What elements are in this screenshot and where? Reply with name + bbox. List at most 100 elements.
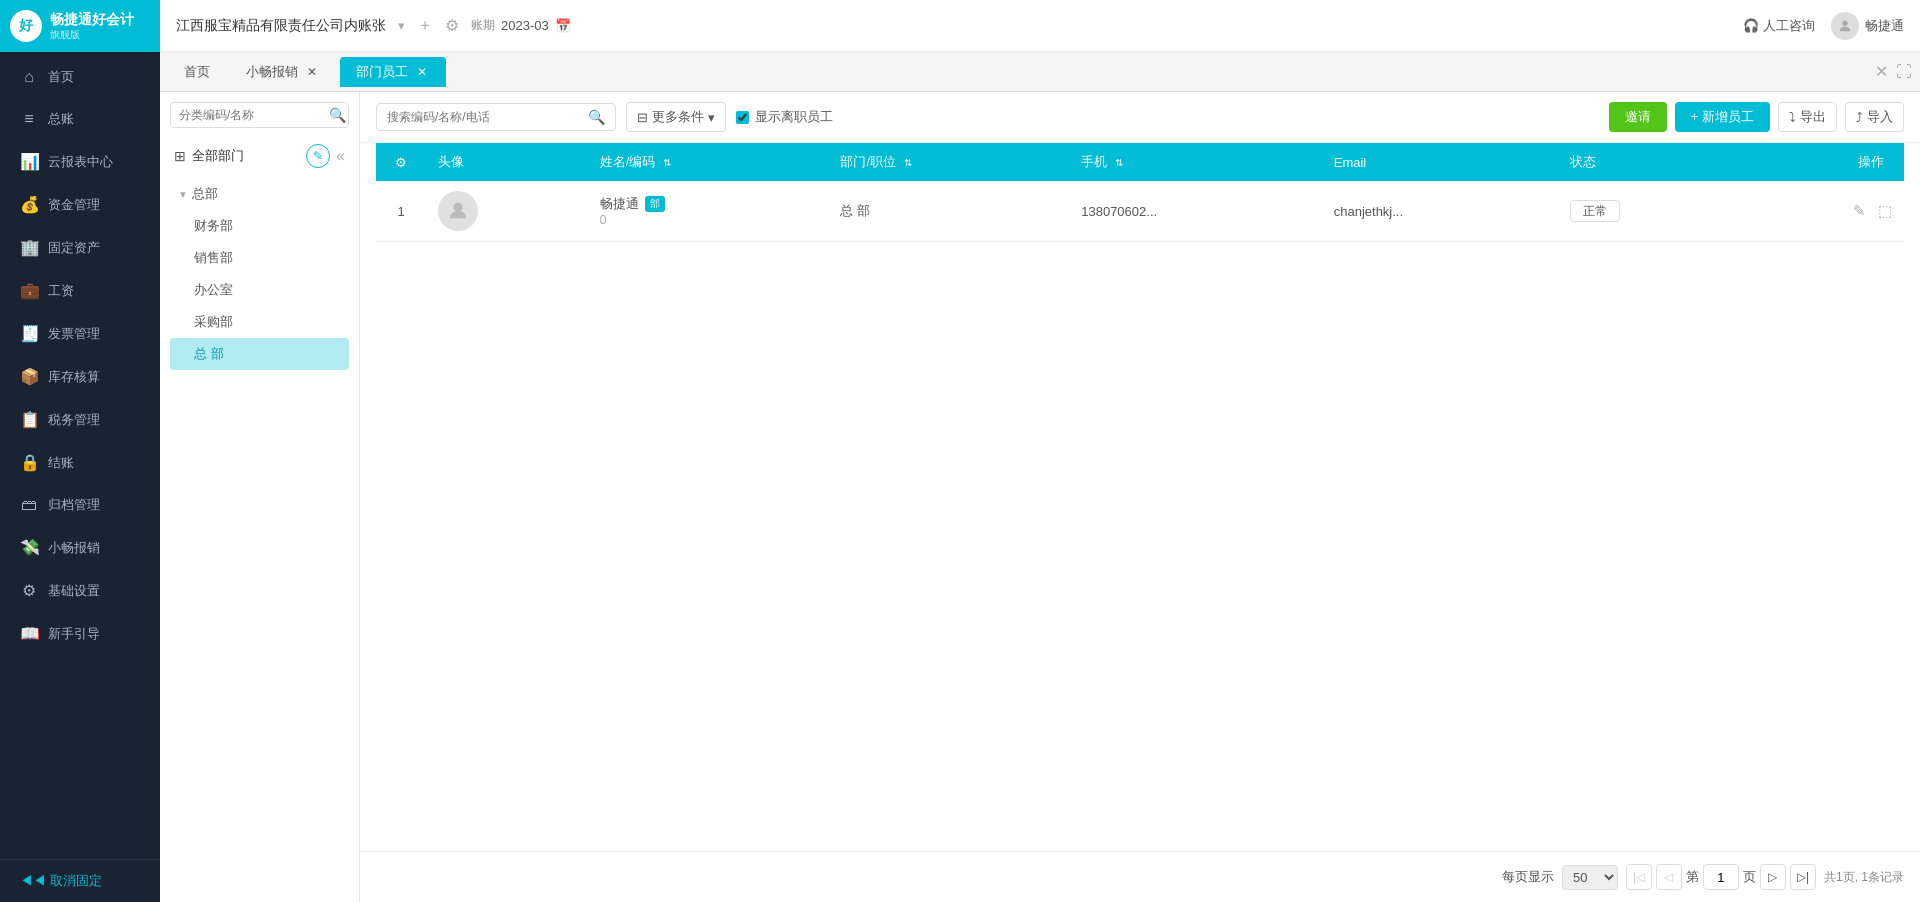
add-employee-button[interactable]: + 新增员工 [1675, 102, 1770, 132]
page-size-select[interactable]: 50 10 20 100 [1562, 865, 1618, 890]
sidebar-item-inventory[interactable]: 📦 库存核算 [0, 355, 160, 398]
dept-badge: 部 [645, 196, 665, 212]
sidebar-item-settings[interactable]: ⚙ 基础设置 [0, 569, 160, 612]
last-page-button[interactable]: ▷| [1790, 864, 1816, 890]
toolbar-actions: 邀请 + 新增员工 ⤵ 导出 ⤴ 导入 [1609, 102, 1904, 132]
sidebar-item-label: 云报表中心 [48, 153, 113, 171]
dept-item-sales[interactable]: 销售部 [170, 242, 349, 274]
col-email: Email [1322, 143, 1558, 181]
tab-home[interactable]: 首页 [168, 57, 226, 87]
salary-icon: 💼 [20, 281, 38, 300]
dept-item-finance[interactable]: 财务部 [170, 210, 349, 242]
logout-button[interactable]: ⬚ [1878, 202, 1892, 220]
main-area: 江西服宝精品有限责任公司内账张 ▾ ＋ ⚙ 账期 2023-03 📅 🎧 人工咨… [160, 0, 1920, 902]
sidebar-item-label: 库存核算 [48, 368, 100, 386]
employee-search-box[interactable]: 🔍 [376, 103, 616, 131]
prev-page-button[interactable]: ◁ [1656, 864, 1682, 890]
employee-search-input[interactable] [387, 110, 588, 124]
employee-toolbar: 🔍 ⊟ 更多条件 ▾ 显示离职员工 邀请 + 新增员工 ⤵ 导出 [360, 92, 1920, 143]
tab-expense-close[interactable]: ✕ [304, 64, 320, 80]
dept-search-icon[interactable]: 🔍 [329, 107, 346, 123]
calendar-icon[interactable]: 📅 [555, 18, 571, 33]
sidebar-item-salary[interactable]: 💼 工资 [0, 269, 160, 312]
cell-avatar [426, 181, 588, 242]
collapse-icon[interactable]: « [336, 147, 345, 165]
more-filter-label: 更多条件 [652, 108, 704, 126]
name-badge: 畅捷通 部 [600, 195, 817, 213]
dept-item-purchase[interactable]: 采购部 [170, 306, 349, 338]
show-resigned-checkbox[interactable]: 显示离职员工 [736, 108, 833, 126]
add-company-icon[interactable]: ＋ [417, 15, 433, 36]
employee-avatar [438, 191, 478, 231]
user-name: 畅捷通 [1865, 17, 1904, 35]
topbar-settings-icon[interactable]: ⚙ [445, 16, 459, 35]
dept-header: ⊞ 全部部门 ✎ « [170, 138, 349, 174]
col-actions: 操作 [1745, 143, 1904, 181]
col-dept[interactable]: 部门/职位 ⇅ [828, 143, 1069, 181]
tab-employees-close[interactable]: ✕ [414, 64, 430, 80]
cell-dept: 总 部 [828, 181, 1069, 242]
avatar [1831, 12, 1859, 40]
company-dropdown-icon[interactable]: ▾ [398, 18, 405, 33]
invoice-icon: 🧾 [20, 324, 38, 343]
sidebar-item-label: 基础设置 [48, 582, 100, 600]
invite-button[interactable]: 邀请 [1609, 102, 1667, 132]
dept-item-office[interactable]: 办公室 [170, 274, 349, 306]
page-size-dropdown[interactable]: 50 10 20 100 [1562, 865, 1618, 890]
col-settings[interactable]: ⚙ [376, 143, 426, 181]
logo-icon: 好 [10, 10, 42, 42]
unpin-button[interactable]: ◀◀ 取消固定 [0, 859, 160, 902]
sidebar-item-label: 归档管理 [48, 496, 100, 514]
sidebar-item-checkout[interactable]: 🔒 结账 [0, 441, 160, 484]
sidebar-item-guide[interactable]: 📖 新手引导 [0, 612, 160, 655]
filter-icon: ⊟ [637, 110, 648, 125]
maximize-icon[interactable]: ⛶ [1896, 63, 1912, 81]
company-name: 江西服宝精品有限责任公司内账张 [176, 17, 386, 35]
employee-code: 0 [600, 213, 817, 227]
dept-item-general[interactable]: ▼ 总部 [170, 178, 349, 210]
sidebar-item-ledger[interactable]: ≡ 总账 [0, 98, 160, 140]
dept-edit-button[interactable]: ✎ [306, 144, 330, 168]
support-button[interactable]: 🎧 人工咨询 [1743, 17, 1815, 35]
archive-icon: 🗃 [20, 496, 38, 514]
more-filter-button[interactable]: ⊟ 更多条件 ▾ [626, 102, 726, 132]
total-info: 共1页, 1条记录 [1824, 869, 1904, 886]
first-page-button[interactable]: |◁ [1626, 864, 1652, 890]
dept-search-input[interactable] [179, 108, 329, 122]
sidebar-item-label: 发票管理 [48, 325, 100, 343]
chevron-down-icon: ▾ [708, 110, 715, 125]
sidebar-item-home[interactable]: ⌂ 首页 [0, 56, 160, 98]
page-input[interactable] [1703, 864, 1739, 890]
col-phone[interactable]: 手机 ⇅ [1069, 143, 1322, 181]
home-icon: ⌂ [20, 68, 38, 86]
sidebar-item-funds[interactable]: 💰 资金管理 [0, 183, 160, 226]
tab-employees[interactable]: 部门员工 ✕ [340, 57, 446, 87]
user-menu[interactable]: 畅捷通 [1831, 12, 1904, 40]
sidebar-item-reports[interactable]: 📊 云报表中心 [0, 140, 160, 183]
dept-search-box[interactable]: 🔍 [170, 102, 349, 128]
tab-expense[interactable]: 小畅报销 ✕ [230, 57, 336, 87]
sort-arrows: ⇅ [663, 157, 671, 168]
col-name[interactable]: 姓名/编码 ⇅ [588, 143, 829, 181]
sidebar-item-expense[interactable]: 💸 小畅报销 [0, 526, 160, 569]
dept-item-head[interactable]: 总 部 [170, 338, 349, 370]
sidebar-item-archive[interactable]: 🗃 归档管理 [0, 484, 160, 526]
resigned-checkbox-input[interactable] [736, 111, 749, 124]
next-page-button[interactable]: ▷ [1760, 864, 1786, 890]
sort-arrows-phone: ⇅ [1115, 157, 1123, 168]
dept-tree: ▼ 总部 财务部 销售部 办公室 采购部 总 部 [170, 178, 349, 370]
sidebar-item-assets[interactable]: 🏢 固定资产 [0, 226, 160, 269]
export-button[interactable]: ⤵ 导出 [1778, 102, 1837, 132]
sidebar-item-tax[interactable]: 📋 税务管理 [0, 398, 160, 441]
edit-button[interactable]: ✎ [1853, 202, 1866, 220]
action-btns: ✎ ⬚ [1757, 202, 1892, 220]
close-window-icon[interactable]: ✕ [1875, 62, 1888, 81]
sidebar-item-label: 工资 [48, 282, 74, 300]
employee-search-icon[interactable]: 🔍 [588, 109, 605, 125]
sidebar-item-label: 税务管理 [48, 411, 100, 429]
period-label: 账期 [471, 17, 495, 34]
import-button[interactable]: ⤴ 导入 [1845, 102, 1904, 132]
pagination: 每页显示 50 10 20 100 |◁ ◁ 第 页 ▷ ▷| [360, 851, 1920, 902]
app-name: 畅捷通好会计 [50, 10, 134, 28]
sidebar-item-invoice[interactable]: 🧾 发票管理 [0, 312, 160, 355]
